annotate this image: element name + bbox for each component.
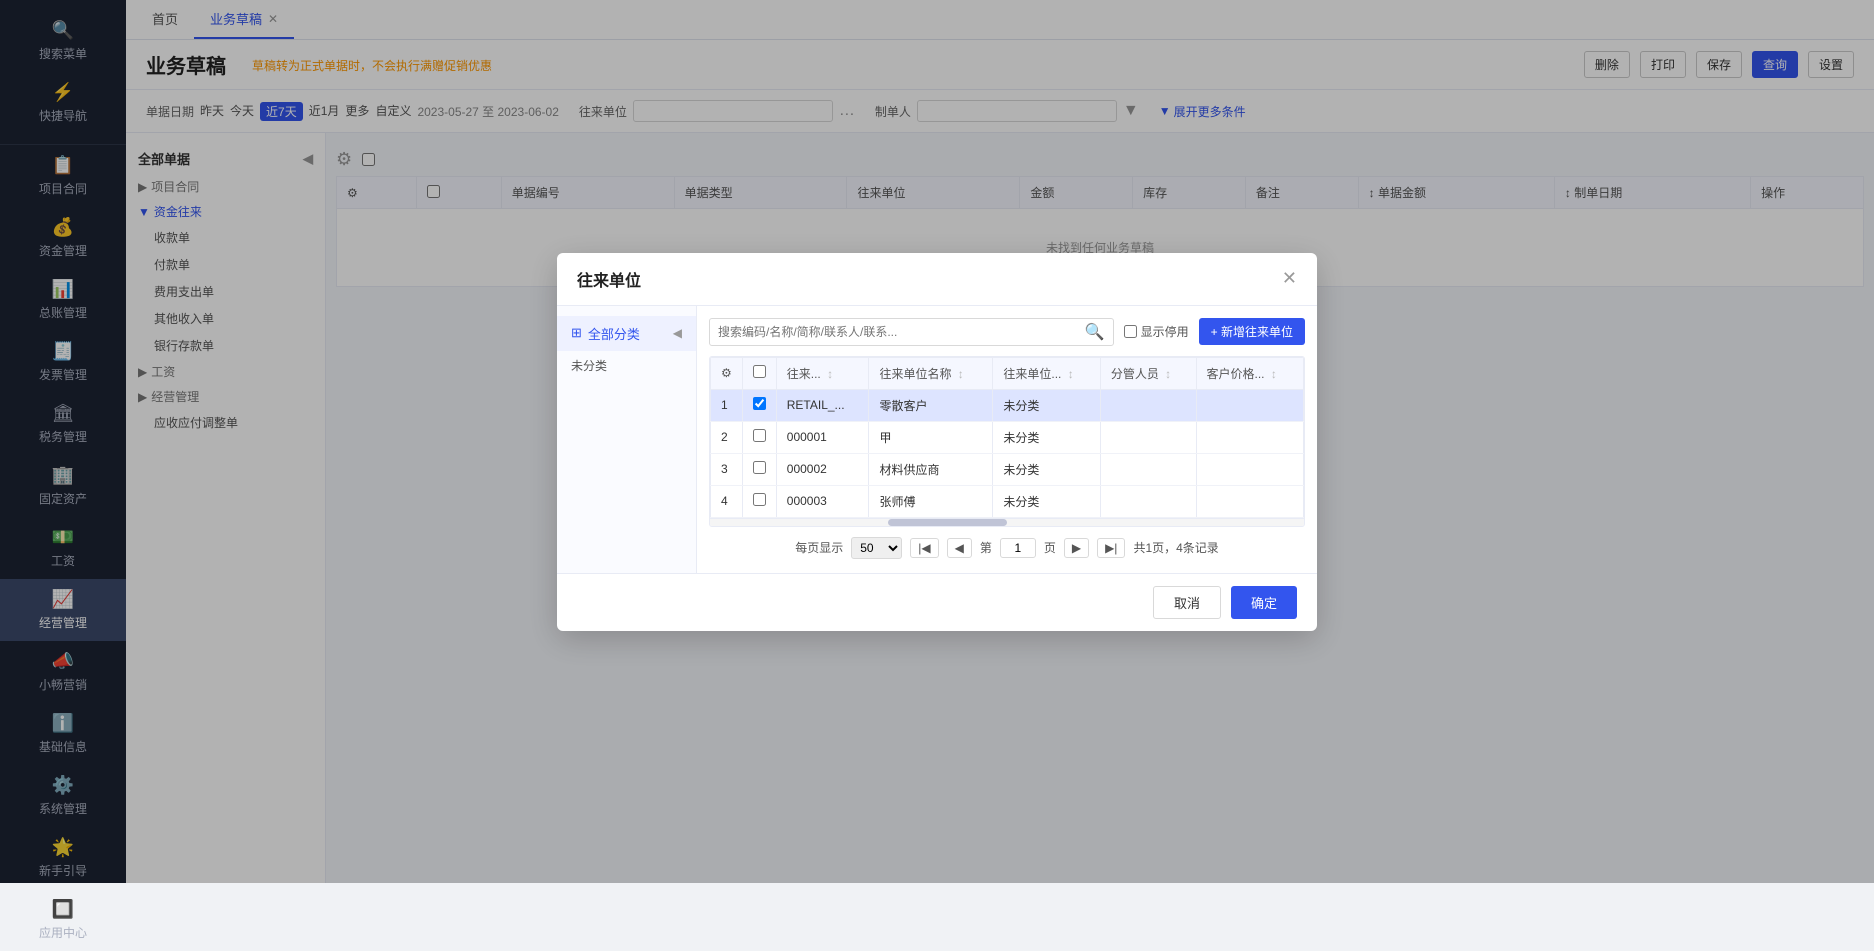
pagination-page-label: 第 <box>980 539 992 556</box>
show-disabled-label: 显示停用 <box>1124 323 1189 340</box>
row-manager <box>1100 421 1196 453</box>
collapse-categories-btn[interactable]: ◀ <box>673 326 682 340</box>
row-name: 材料供应商 <box>869 453 993 485</box>
row-settings: 2 <box>711 421 743 453</box>
sidebar-item-appcenter[interactable]: 🔲 应用中心 <box>0 889 126 951</box>
dialog-footer: 取消 确定 <box>557 573 1317 631</box>
grid-icon: ⊞ <box>571 325 582 341</box>
row-settings: 3 <box>711 453 743 485</box>
dialog-close-button[interactable]: ✕ <box>1282 268 1297 289</box>
dialog-category-unclassified[interactable]: 未分类 <box>557 351 696 380</box>
dialog-table-header: ⚙ 往来... ↕ 往来单位名称 ↕ 往来单位... ↕ 分管人员 ↕ 客户价格… <box>711 357 1304 389</box>
row-checkbox[interactable] <box>753 493 766 506</box>
pagination-first-btn[interactable]: |◀ <box>910 538 938 558</box>
row-check[interactable] <box>742 421 776 453</box>
row-manager <box>1100 389 1196 421</box>
row-settings: 4 <box>711 485 743 517</box>
dialog: 往来单位 ✕ ⊞ 全部分类 ◀ 未分类 <box>557 253 1317 631</box>
dialog-search-box: 🔍 <box>709 318 1114 346</box>
row-price <box>1196 389 1303 421</box>
search-icon: 🔍 <box>1085 322 1105 342</box>
dlg-th-price: 客户价格... ↕ <box>1196 357 1303 389</box>
dialog-categories: ⊞ 全部分类 ◀ 未分类 <box>557 306 697 573</box>
dlg-th-manager: 分管人员 ↕ <box>1100 357 1196 389</box>
dialog-category-unclassified-label: 未分类 <box>571 359 607 373</box>
dialog-right-panel: 🔍 显示停用 + 新增往来单位 ⚙ <box>697 306 1317 573</box>
pagination-last-btn[interactable]: ▶| <box>1097 538 1125 558</box>
dialog-category-all-label: 全部分类 <box>588 324 640 343</box>
dlg-th-settings: ⚙ <box>711 357 743 389</box>
dialog-table-row[interactable]: 4 000003 张师傅 未分类 <box>711 485 1304 517</box>
dlg-th-name: 往来单位名称 ↕ <box>869 357 993 389</box>
row-code: 000003 <box>776 485 869 517</box>
dialog-search-input[interactable] <box>718 325 1079 339</box>
dialog-title: 往来单位 <box>577 267 641 291</box>
dialog-table: ⚙ 往来... ↕ 往来单位名称 ↕ 往来单位... ↕ 分管人员 ↕ 客户价格… <box>710 357 1304 518</box>
dialog-scrollbar-thumb <box>888 519 1007 526</box>
pagination-page-suffix: 页 <box>1044 539 1056 556</box>
row-category: 未分类 <box>993 389 1100 421</box>
dialog-body: ⊞ 全部分类 ◀ 未分类 🔍 显示停 <box>557 306 1317 573</box>
row-category: 未分类 <box>993 485 1100 517</box>
pagination-per-page-label: 每页显示 <box>795 539 843 556</box>
dlg-th-category: 往来单位... ↕ <box>993 357 1100 389</box>
confirm-button[interactable]: 确定 <box>1231 586 1297 619</box>
row-check[interactable] <box>742 485 776 517</box>
dialog-table-row[interactable]: 1 RETAIL_... 零散客户 未分类 <box>711 389 1304 421</box>
dialog-table-row[interactable]: 3 000002 材料供应商 未分类 <box>711 453 1304 485</box>
add-partner-button[interactable]: + 新增往来单位 <box>1199 318 1305 345</box>
dlg-th-code: 往来... ↕ <box>776 357 869 389</box>
row-code: RETAIL_... <box>776 389 869 421</box>
row-checkbox[interactable] <box>753 461 766 474</box>
cancel-button[interactable]: 取消 <box>1153 586 1221 619</box>
row-price <box>1196 453 1303 485</box>
row-name: 零散客户 <box>869 389 993 421</box>
row-name: 甲 <box>869 421 993 453</box>
row-check[interactable] <box>742 389 776 421</box>
pagination-per-page-select[interactable]: 50 100 <box>851 537 902 559</box>
row-category: 未分类 <box>993 453 1100 485</box>
show-disabled-checkbox[interactable] <box>1124 325 1137 338</box>
pagination-next-btn[interactable]: ▶ <box>1064 538 1089 558</box>
show-disabled-text: 显示停用 <box>1141 323 1189 340</box>
dialog-table-row[interactable]: 2 000001 甲 未分类 <box>711 421 1304 453</box>
dialog-category-all[interactable]: ⊞ 全部分类 ◀ <box>557 316 696 351</box>
dialog-header: 往来单位 ✕ <box>557 253 1317 306</box>
row-checkbox[interactable] <box>753 397 766 410</box>
row-code: 000001 <box>776 421 869 453</box>
row-price <box>1196 421 1303 453</box>
row-manager <box>1100 485 1196 517</box>
dlg-th-check <box>742 357 776 389</box>
row-price <box>1196 485 1303 517</box>
appcenter-icon: 🔲 <box>52 899 74 920</box>
overlay: 往来单位 ✕ ⊞ 全部分类 ◀ 未分类 <box>0 0 1874 883</box>
dialog-toolbar: 🔍 显示停用 + 新增往来单位 <box>709 318 1305 346</box>
row-category: 未分类 <box>993 421 1100 453</box>
pagination-page-input[interactable] <box>1000 538 1036 558</box>
sidebar-label-appcenter: 应用中心 <box>39 924 87 941</box>
row-check[interactable] <box>742 453 776 485</box>
row-manager <box>1100 453 1196 485</box>
row-code: 000002 <box>776 453 869 485</box>
pagination-prev-btn[interactable]: ◀ <box>947 538 972 558</box>
row-settings: 1 <box>711 389 743 421</box>
row-checkbox[interactable] <box>753 429 766 442</box>
pagination-total: 共1页，4条记录 <box>1133 539 1218 556</box>
dlg-th-checkbox[interactable] <box>753 365 766 378</box>
row-name: 张师傅 <box>869 485 993 517</box>
dialog-table-wrap: ⚙ 往来... ↕ 往来单位名称 ↕ 往来单位... ↕ 分管人员 ↕ 客户价格… <box>709 356 1305 527</box>
dialog-scrollbar[interactable] <box>710 518 1304 526</box>
dialog-pagination: 每页显示 50 100 |◀ ◀ 第 页 ▶ ▶| 共1页，4条记录 <box>709 527 1305 561</box>
